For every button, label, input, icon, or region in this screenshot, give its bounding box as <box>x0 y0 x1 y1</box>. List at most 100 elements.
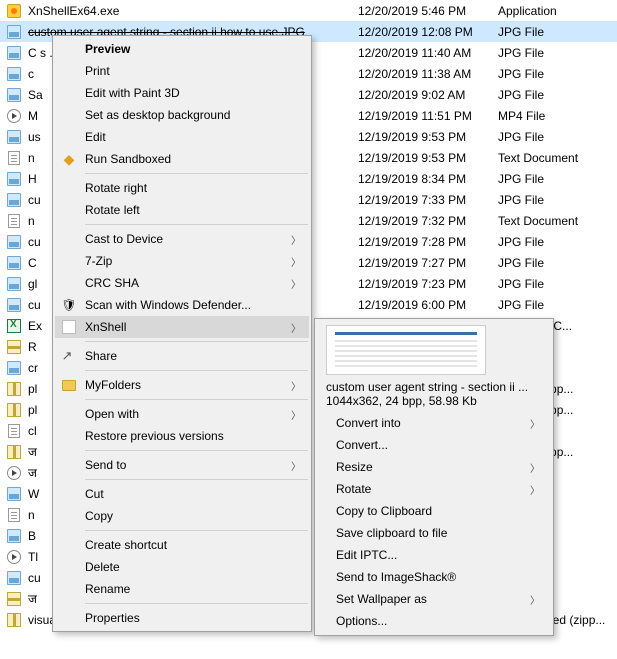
menu-separator <box>85 341 308 342</box>
submenu-resize[interactable]: Resize〉 <box>318 456 550 478</box>
menu-separator <box>85 603 308 604</box>
chevron-right-icon: 〉 <box>530 592 540 607</box>
file-date: 12/19/2019 7:33 PM <box>358 193 498 207</box>
submenu-options[interactable]: Options... <box>318 610 550 632</box>
xls-file-icon <box>6 318 22 334</box>
jpg-file-icon <box>6 24 22 40</box>
menu-set-desktop-bg[interactable]: Set as desktop background <box>55 104 309 126</box>
menu-separator <box>85 479 308 480</box>
context-menu: Preview Print Edit with Paint 3D Set as … <box>52 35 312 632</box>
menu-cut[interactable]: Cut <box>55 483 309 505</box>
menu-create-shortcut[interactable]: Create shortcut <box>55 534 309 556</box>
txt-file-icon <box>6 507 22 523</box>
jpg-file-icon <box>6 255 22 271</box>
menu-separator <box>85 224 308 225</box>
menu-delete[interactable]: Delete <box>55 556 309 578</box>
file-date: 12/19/2019 8:34 PM <box>358 172 498 186</box>
jpg-file-icon <box>6 276 22 292</box>
mp4-file-icon <box>6 549 22 565</box>
menu-open-with[interactable]: Open with〉 <box>55 403 309 425</box>
submenu-edit-iptc[interactable]: Edit IPTC... <box>318 544 550 566</box>
txt-file-icon <box>6 150 22 166</box>
txt-file-icon <box>6 423 22 439</box>
menu-7zip[interactable]: 7-Zip〉 <box>55 250 309 272</box>
file-date: 12/19/2019 7:27 PM <box>358 256 498 270</box>
jpg-file-icon <box>6 192 22 208</box>
submenu-save-clipboard[interactable]: Save clipboard to file <box>318 522 550 544</box>
menu-print[interactable]: Print <box>55 60 309 82</box>
menu-xnshell[interactable]: XnShell〉 <box>55 316 309 338</box>
jpg-file-icon <box>6 45 22 61</box>
file-type: JPG File <box>498 25 544 39</box>
menu-run-sandboxed[interactable]: ◆ Run Sandboxed <box>55 148 309 170</box>
submenu-set-wallpaper[interactable]: Set Wallpaper as〉 <box>318 588 550 610</box>
chevron-right-icon: 〉 <box>291 320 301 335</box>
menu-rotate-left[interactable]: Rotate left <box>55 199 309 221</box>
jpg-file-icon <box>6 360 22 376</box>
file-date: 12/20/2019 11:38 AM <box>358 67 498 81</box>
zip-file-icon <box>6 402 22 418</box>
thumbnail-meta: 1044x362, 24 bpp, 58.98 Kb <box>318 394 550 412</box>
menu-edit[interactable]: Edit <box>55 126 309 148</box>
menu-separator <box>85 399 308 400</box>
file-type: JPG File <box>498 46 544 60</box>
shield-icon: 🛡 <box>60 296 78 314</box>
zip-file-icon <box>6 444 22 460</box>
zip-file-icon <box>6 381 22 397</box>
file-type: Text Document <box>498 214 578 228</box>
jpg-file-icon <box>6 528 22 544</box>
file-type: JPG File <box>498 298 544 312</box>
chevron-right-icon: 〉 <box>291 458 301 473</box>
submenu-copy-clipboard[interactable]: Copy to Clipboard <box>318 500 550 522</box>
chevron-right-icon: 〉 <box>530 416 540 431</box>
file-row[interactable]: XnShellEx64.exe12/20/2019 5:46 PMApplica… <box>0 0 617 21</box>
xnshell-icon <box>60 318 78 336</box>
menu-crc-sha[interactable]: CRC SHA〉 <box>55 272 309 294</box>
file-date: 12/19/2019 9:53 PM <box>358 151 498 165</box>
zip-file-icon <box>6 612 22 628</box>
menu-separator <box>85 173 308 174</box>
jpg-file-icon <box>6 297 22 313</box>
menu-edit-paint3d[interactable]: Edit with Paint 3D <box>55 82 309 104</box>
rar-file-icon <box>6 339 22 355</box>
menu-separator <box>85 450 308 451</box>
menu-preview[interactable]: Preview <box>55 38 309 60</box>
menu-cast-to-device[interactable]: Cast to Device〉 <box>55 228 309 250</box>
file-date: 12/19/2019 6:00 PM <box>358 298 498 312</box>
menu-myfolders[interactable]: MyFolders〉 <box>55 374 309 396</box>
exe-file-icon <box>6 3 22 19</box>
submenu-send-imageshack[interactable]: Send to ImageShack® <box>318 566 550 588</box>
mp4-file-icon <box>6 465 22 481</box>
menu-send-to[interactable]: Send to〉 <box>55 454 309 476</box>
file-type: JPG File <box>498 130 544 144</box>
menu-separator <box>85 370 308 371</box>
chevron-right-icon: 〉 <box>291 407 301 422</box>
menu-separator <box>85 530 308 531</box>
menu-scan-defender[interactable]: 🛡 Scan with Windows Defender... <box>55 294 309 316</box>
file-type: JPG File <box>498 256 544 270</box>
menu-restore-previous[interactable]: Restore previous versions <box>55 425 309 447</box>
rar-file-icon <box>6 591 22 607</box>
menu-copy[interactable]: Copy <box>55 505 309 527</box>
menu-rotate-right[interactable]: Rotate right <box>55 177 309 199</box>
submenu-convert-into[interactable]: Convert into〉 <box>318 412 550 434</box>
jpg-file-icon <box>6 66 22 82</box>
sandbox-icon: ◆ <box>60 150 78 168</box>
jpg-file-icon <box>6 129 22 145</box>
menu-properties[interactable]: Properties <box>55 607 309 629</box>
xnshell-submenu: custom user agent string - section ii ..… <box>314 318 554 636</box>
share-icon: ↗ <box>60 349 74 363</box>
menu-rename[interactable]: Rename <box>55 578 309 600</box>
mp4-file-icon <box>6 108 22 124</box>
file-date: 12/19/2019 9:53 PM <box>358 130 498 144</box>
file-type: JPG File <box>498 277 544 291</box>
menu-share[interactable]: ↗ Share <box>55 345 309 367</box>
folder-icon <box>60 376 78 394</box>
file-type: JPG File <box>498 88 544 102</box>
chevron-right-icon: 〉 <box>530 460 540 475</box>
chevron-right-icon: 〉 <box>530 482 540 497</box>
submenu-convert[interactable]: Convert... <box>318 434 550 456</box>
submenu-rotate[interactable]: Rotate〉 <box>318 478 550 500</box>
file-date: 12/20/2019 12:08 PM <box>358 25 498 39</box>
jpg-file-icon <box>6 87 22 103</box>
